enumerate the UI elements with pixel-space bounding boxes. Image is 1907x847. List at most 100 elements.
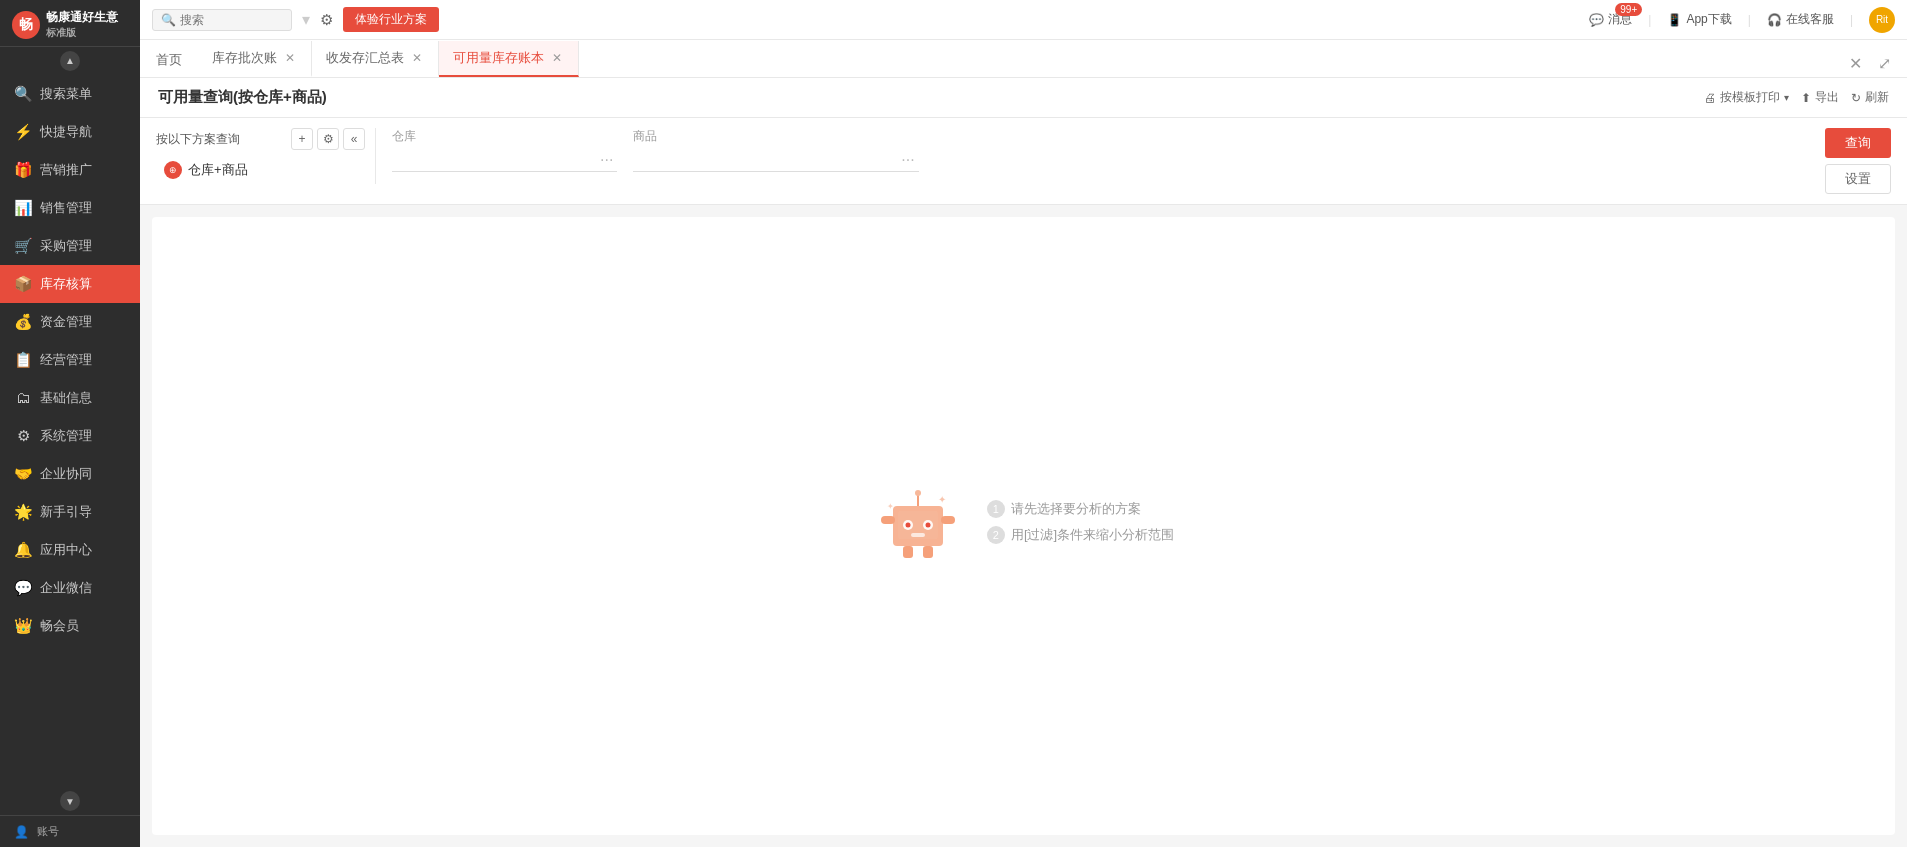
svg-point-7: [925, 523, 930, 528]
topbar-dropdown-icon[interactable]: ▾: [302, 10, 310, 29]
filter-settings-btn[interactable]: ⚙: [317, 128, 339, 150]
purchase-icon: 🛒: [14, 237, 32, 255]
topbar-search-box[interactable]: 🔍: [152, 9, 292, 31]
avatar[interactable]: Rit: [1869, 7, 1895, 33]
tab-deposit-summary[interactable]: 收发存汇总表 ✕: [312, 41, 439, 77]
sidebar-item-sales[interactable]: 📊 销售管理: [0, 189, 140, 227]
enterprise-icon: 🤝: [14, 465, 32, 483]
topbar-search-icon: 🔍: [161, 13, 176, 27]
empty-illustration: ✦ ✦: [873, 481, 963, 571]
warehouse-label: 仓库: [392, 128, 617, 145]
message-btn[interactable]: 💬 消息 99+: [1589, 11, 1632, 28]
footer-label: 账号: [37, 824, 59, 839]
settings-button[interactable]: 设置: [1825, 164, 1891, 194]
newbie-icon: 🌟: [14, 503, 32, 521]
warehouse-input[interactable]: [396, 153, 596, 168]
svg-rect-9: [903, 546, 913, 558]
tab-close-batch-ledger[interactable]: ✕: [283, 50, 297, 66]
filter-add-btn[interactable]: +: [291, 128, 313, 150]
system-icon: ⚙: [14, 427, 32, 445]
appcenter-icon: 🔔: [14, 541, 32, 559]
sidebar-header: 畅 畅康通好生意 标准版: [0, 0, 140, 47]
trial-btn[interactable]: 体验行业方案: [343, 7, 439, 32]
close-tab-btn[interactable]: ✕: [1845, 50, 1866, 77]
marketing-icon: 🎁: [14, 161, 32, 179]
svg-rect-12: [941, 516, 955, 524]
sidebar-item-basic[interactable]: 🗂 基础信息: [0, 379, 140, 417]
topbar-gear-icon[interactable]: ⚙: [320, 11, 333, 29]
product-dots[interactable]: ···: [901, 151, 914, 169]
warehouse-input-wrapper[interactable]: ···: [392, 149, 617, 172]
member-icon: 👑: [14, 617, 32, 635]
sidebar-item-marketing[interactable]: 🎁 营销推广: [0, 151, 140, 189]
schema-item-label: 仓库+商品: [188, 161, 248, 179]
filter-action-buttons: 查询 设置: [1825, 128, 1891, 194]
collapse-icon: «: [351, 132, 358, 146]
tab-home[interactable]: 首页: [140, 43, 198, 77]
filter-schema-panel: 按以下方案查询 + ⚙ « ⊕ 仓库+商品: [156, 128, 376, 184]
sidebar-item-newbie[interactable]: 🌟 新手引导: [0, 493, 140, 531]
divider1: |: [1648, 13, 1651, 27]
tab-close-available-stock[interactable]: ✕: [550, 50, 564, 66]
tab-close-deposit-summary[interactable]: ✕: [410, 50, 424, 66]
main-content: 🔍 ▾ ⚙ 体验行业方案 💬 消息 99+ | 📱 App下载 | 🎧 在线客服…: [140, 0, 1907, 847]
footer-icon: 👤: [14, 825, 29, 839]
brand-text: 畅康通好生意 标准版: [46, 10, 118, 40]
online-service-btn[interactable]: 🎧 在线客服: [1767, 11, 1834, 28]
sidebar-item-member[interactable]: 👑 畅会员: [0, 607, 140, 645]
product-input[interactable]: [637, 153, 897, 168]
sidebar-item-operations[interactable]: 📋 经营管理: [0, 341, 140, 379]
sidebar: 畅 畅康通好生意 标准版 ▲ 🔍 搜索菜单 ⚡ 快捷导航 🎁 营销推广 📊 销售…: [0, 0, 140, 847]
print-btn[interactable]: 🖨 按模板打印 ▾: [1704, 89, 1789, 106]
sidebar-brand: 畅 畅康通好生意 标准版: [12, 10, 128, 40]
export-icon: ⬆: [1801, 91, 1811, 105]
sidebar-footer[interactable]: 👤 账号: [0, 815, 140, 847]
sidebar-item-appcenter[interactable]: 🔔 应用中心: [0, 531, 140, 569]
quicknav-icon: ⚡: [14, 123, 32, 141]
sidebar-item-system[interactable]: ⚙ 系统管理: [0, 417, 140, 455]
svg-point-14: [915, 490, 921, 496]
query-button[interactable]: 查询: [1825, 128, 1891, 158]
operations-icon: 📋: [14, 351, 32, 369]
svg-text:✦: ✦: [938, 494, 946, 505]
sidebar-item-finance[interactable]: 💰 资金管理: [0, 303, 140, 341]
inventory-icon: 📦: [14, 275, 32, 293]
tab-batch-ledger[interactable]: 库存批次账 ✕: [198, 41, 312, 77]
message-badge: 99+: [1615, 3, 1642, 16]
sidebar-item-enterprise[interactable]: 🤝 企业协同: [0, 455, 140, 493]
divider3: |: [1850, 13, 1853, 27]
svg-rect-11: [881, 516, 895, 524]
tab-available-stock[interactable]: 可用量库存账本 ✕: [439, 41, 579, 77]
warehouse-dots[interactable]: ···: [600, 151, 613, 169]
sidebar-item-quicknav[interactable]: ⚡ 快捷导航: [0, 113, 140, 151]
sidebar-item-inventory[interactable]: 📦 库存核算: [0, 265, 140, 303]
refresh-btn[interactable]: ↻ 刷新: [1851, 89, 1889, 106]
filter-fields: 仓库 ··· 商品 ··· 查询 设置: [376, 128, 1891, 194]
scroll-down-btn[interactable]: ▼: [60, 791, 80, 811]
svg-rect-10: [923, 546, 933, 558]
app-download-btn[interactable]: 📱 App下载: [1667, 11, 1731, 28]
maximize-tab-btn[interactable]: ⤢: [1874, 50, 1895, 77]
brand-icon: 畅: [12, 11, 40, 39]
headset-icon: 🎧: [1767, 13, 1782, 27]
filter-collapse-btn[interactable]: «: [343, 128, 365, 150]
warehouse-filter-field: 仓库 ···: [392, 128, 617, 172]
schema-item-warehouse-product[interactable]: ⊕ 仓库+商品: [156, 156, 365, 184]
product-label: 商品: [633, 128, 918, 145]
sales-icon: 📊: [14, 199, 32, 217]
sidebar-item-search[interactable]: 🔍 搜索菜单: [0, 75, 140, 113]
print-dropdown-icon: ▾: [1784, 92, 1789, 103]
empty-text: 1 请先选择要分析的方案 2 用[过滤]条件来缩小分析范围: [987, 500, 1174, 552]
sidebar-item-wechat[interactable]: 💬 企业微信: [0, 569, 140, 607]
empty-step-2: 2 用[过滤]条件来缩小分析范围: [987, 526, 1174, 544]
sidebar-item-purchase[interactable]: 🛒 采购管理: [0, 227, 140, 265]
filter-left-header: 按以下方案查询 + ⚙ «: [156, 128, 365, 150]
topbar-search-input[interactable]: [180, 13, 270, 27]
refresh-icon: ↻: [1851, 91, 1861, 105]
sidebar-menu: 🔍 搜索菜单 ⚡ 快捷导航 🎁 营销推广 📊 销售管理 🛒 采购管理 📦 库存核…: [0, 75, 140, 787]
export-btn[interactable]: ⬆ 导出: [1801, 89, 1839, 106]
topbar-right: 💬 消息 99+ | 📱 App下载 | 🎧 在线客服 | Rit: [1589, 7, 1895, 33]
product-input-wrapper[interactable]: ···: [633, 149, 918, 172]
scroll-up-btn[interactable]: ▲: [60, 51, 80, 71]
empty-icon-area: ✦ ✦ 1 请先选择要分析的方案 2 用[过滤]条件来缩小分析范围: [873, 481, 1174, 571]
